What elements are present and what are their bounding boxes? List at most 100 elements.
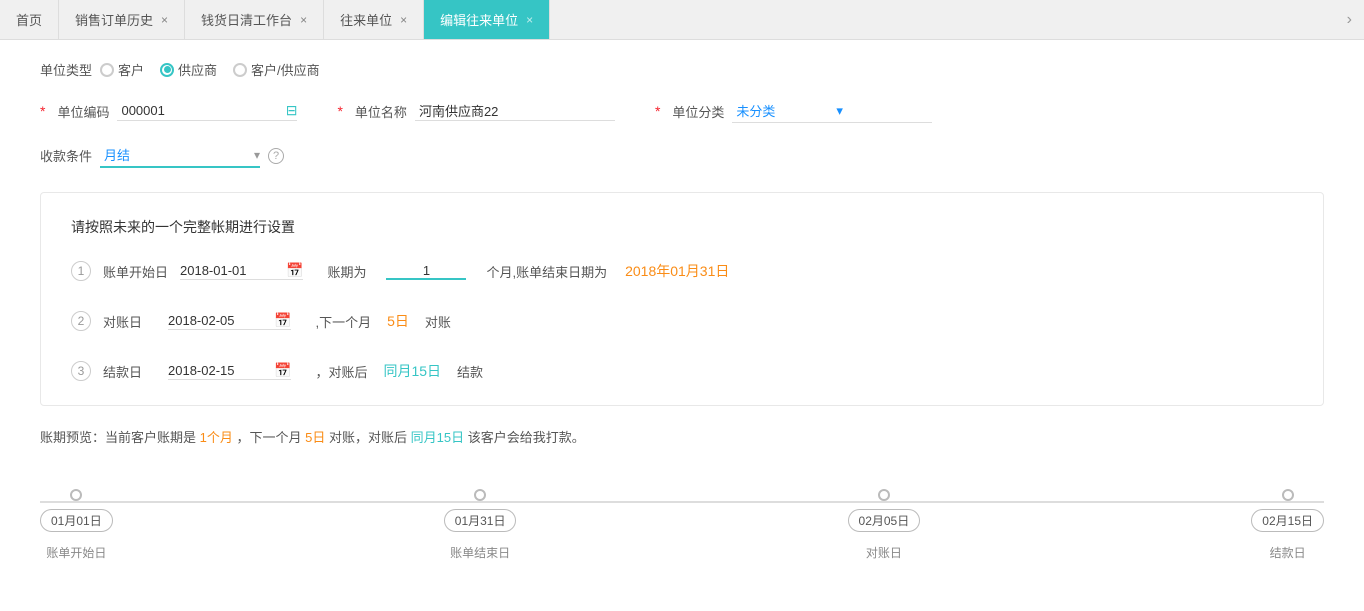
unit-category-group: * 单位分类 未分类 ▾ xyxy=(655,99,932,123)
settings-box: 请按照未来的一个完整帐期进行设置 1 账单开始日 📅 账期为 个月,账单结束日期… xyxy=(40,192,1324,406)
timeline-node-2: 01月31日 账单结束日 xyxy=(444,489,517,561)
tab-cash-work-close[interactable]: × xyxy=(300,13,307,27)
unit-category-required: * xyxy=(655,103,660,119)
calendar-icon-2[interactable]: 📅 xyxy=(274,312,291,329)
payment-label: 收款条件 xyxy=(40,146,92,165)
unit-code-group: * 单位编码 ⊟ xyxy=(40,101,297,121)
preview-suffix: 该客户会给我打款。 xyxy=(468,430,585,445)
radio-customer[interactable]: 客户 xyxy=(100,60,144,79)
tab-partner[interactable]: 往来单位 × xyxy=(324,0,424,39)
period-desc-mid: 个月,账单结束日期为 xyxy=(486,262,607,281)
node-label-4: 结款日 xyxy=(1270,544,1306,561)
code-name-category-row: * 单位编码 ⊟ * 单位名称 * 单位分类 未分类 ▾ xyxy=(40,99,1324,123)
radio-supplier-circle xyxy=(160,63,174,77)
tab-sales-history[interactable]: 销售订单历史 × xyxy=(59,0,185,39)
unit-category-value: 未分类 xyxy=(732,99,832,122)
timeline: 01月01日 账单开始日 01月31日 账单结束日 02月05日 对账日 xyxy=(40,473,1324,591)
payment-select[interactable]: 月结 ▾ xyxy=(100,143,260,168)
tab-edit-partner-close[interactable]: × xyxy=(526,13,533,27)
tab-edit-partner-label: 编辑往来单位 xyxy=(440,10,518,29)
node-badge-1: 01月01日 xyxy=(40,509,113,532)
payment-chevron-icon: ▾ xyxy=(254,148,260,162)
unit-name-input[interactable] xyxy=(415,101,615,121)
settings-row-2: 2 对账日 📅 ,下一个月 5日 对账 xyxy=(71,311,1293,331)
start-date-input[interactable] xyxy=(180,263,280,278)
node-dot-2 xyxy=(474,489,486,501)
unit-code-input[interactable] xyxy=(117,101,285,120)
radio-both-label: 客户/供应商 xyxy=(251,60,320,79)
payment-day-highlight: 同月15日 xyxy=(383,361,441,381)
radio-both[interactable]: 客户/供应商 xyxy=(233,60,320,79)
reconcile-day-highlight: 5日 xyxy=(387,311,409,331)
unit-type-radio-group: 客户 供应商 客户/供应商 xyxy=(100,60,320,79)
timeline-nodes: 01月01日 账单开始日 01月31日 账单结束日 02月05日 对账日 xyxy=(40,489,1324,561)
tab-edit-partner[interactable]: 编辑往来单位 × xyxy=(424,0,550,39)
calendar-icon-1[interactable]: 📅 xyxy=(286,262,303,279)
settings-row-3: 3 结款日 📅 ，对账后 同月15日 结款 xyxy=(71,361,1293,381)
end-date-highlight: 2018年01月31日 xyxy=(625,261,729,281)
tab-home[interactable]: 首页 xyxy=(0,0,59,39)
reconcile-date-input[interactable] xyxy=(168,313,268,328)
tab-sales-history-close[interactable]: × xyxy=(161,13,168,27)
radio-supplier[interactable]: 供应商 xyxy=(160,60,217,79)
row-num-3: 3 xyxy=(71,361,91,381)
period-input[interactable] xyxy=(386,263,466,280)
payment-desc-pre: ，对账后 xyxy=(315,362,367,381)
row-label-3: 结款日 xyxy=(103,362,142,381)
node-dot-4 xyxy=(1282,489,1294,501)
row-label-1: 账单开始日 xyxy=(103,262,168,281)
node-label-2: 账单结束日 xyxy=(450,544,510,561)
unit-name-group: * 单位名称 xyxy=(337,101,614,121)
payment-date-input-wrap: 📅 xyxy=(168,362,291,380)
tab-home-label: 首页 xyxy=(16,10,42,29)
payment-date-input[interactable] xyxy=(168,363,268,378)
unit-category-select[interactable]: 未分类 ▾ xyxy=(732,99,932,123)
row-label-2: 对账日 xyxy=(103,312,142,331)
unit-name-required: * xyxy=(337,103,342,119)
unit-code-input-wrap: ⊟ xyxy=(117,101,297,121)
settings-row-1: 1 账单开始日 📅 账期为 个月,账单结束日期为 2018年01月31日 xyxy=(71,261,1293,281)
calendar-icon-3[interactable]: 📅 xyxy=(274,362,291,379)
node-badge-3: 02月05日 xyxy=(848,509,921,532)
node-badge-4: 02月15日 xyxy=(1251,509,1324,532)
preview-mid: 对账，对账后 xyxy=(329,430,407,445)
payment-desc-post: 结款 xyxy=(457,362,483,381)
help-icon[interactable]: ? xyxy=(268,148,284,164)
reconcile-date-input-wrap: 📅 xyxy=(168,312,291,330)
preview-section: 账期预览：当前客户账期是 1个月 ，下一个月 5日 对账，对账后 同月15日 该… xyxy=(40,426,1324,591)
tab-bar: 首页 销售订单历史 × 钱货日清工作台 × 往来单位 × 编辑往来单位 × › xyxy=(0,0,1364,40)
copy-icon[interactable]: ⊟ xyxy=(286,102,298,119)
start-date-input-wrap: 📅 xyxy=(180,262,303,280)
unit-code-label: 单位编码 xyxy=(57,102,109,121)
chevron-down-icon: ▾ xyxy=(832,101,932,121)
settings-title: 请按照未来的一个完整帐期进行设置 xyxy=(71,217,1293,237)
period-desc-pre: 账期为 xyxy=(327,262,366,281)
preview-part3: 同月15日 xyxy=(411,430,464,445)
node-label-1: 账单开始日 xyxy=(46,544,106,561)
unit-code-required: * xyxy=(40,103,45,119)
preview-part2: 5日 xyxy=(305,430,325,445)
preview-comma1: ，下一个月 xyxy=(237,430,302,445)
preview-part1: 1个月 xyxy=(200,430,233,445)
preview-prefix: 账期预览：当前客户账期是 xyxy=(40,430,196,445)
tab-cash-work[interactable]: 钱货日清工作台 × xyxy=(185,0,324,39)
node-badge-2: 01月31日 xyxy=(444,509,517,532)
row-num-2: 2 xyxy=(71,311,91,331)
radio-both-circle xyxy=(233,63,247,77)
tab-partner-close[interactable]: × xyxy=(400,13,407,27)
node-dot-1 xyxy=(70,489,82,501)
node-dot-3 xyxy=(878,489,890,501)
timeline-node-4: 02月15日 结款日 xyxy=(1251,489,1324,561)
unit-name-label: 单位名称 xyxy=(355,102,407,121)
radio-customer-circle xyxy=(100,63,114,77)
tab-expand-btn[interactable]: › xyxy=(1335,11,1364,29)
payment-row: 收款条件 月结 ▾ ? xyxy=(40,143,1324,168)
row-num-1: 1 xyxy=(71,261,91,281)
radio-customer-label: 客户 xyxy=(118,60,144,79)
reconcile-desc-post: 对账 xyxy=(425,312,451,331)
tab-partner-label: 往来单位 xyxy=(340,10,392,29)
tab-sales-history-label: 销售订单历史 xyxy=(75,10,153,29)
preview-text: 账期预览：当前客户账期是 1个月 ，下一个月 5日 对账，对账后 同月15日 该… xyxy=(40,426,1324,449)
timeline-node-1: 01月01日 账单开始日 xyxy=(40,489,113,561)
payment-value: 月结 xyxy=(100,143,254,166)
